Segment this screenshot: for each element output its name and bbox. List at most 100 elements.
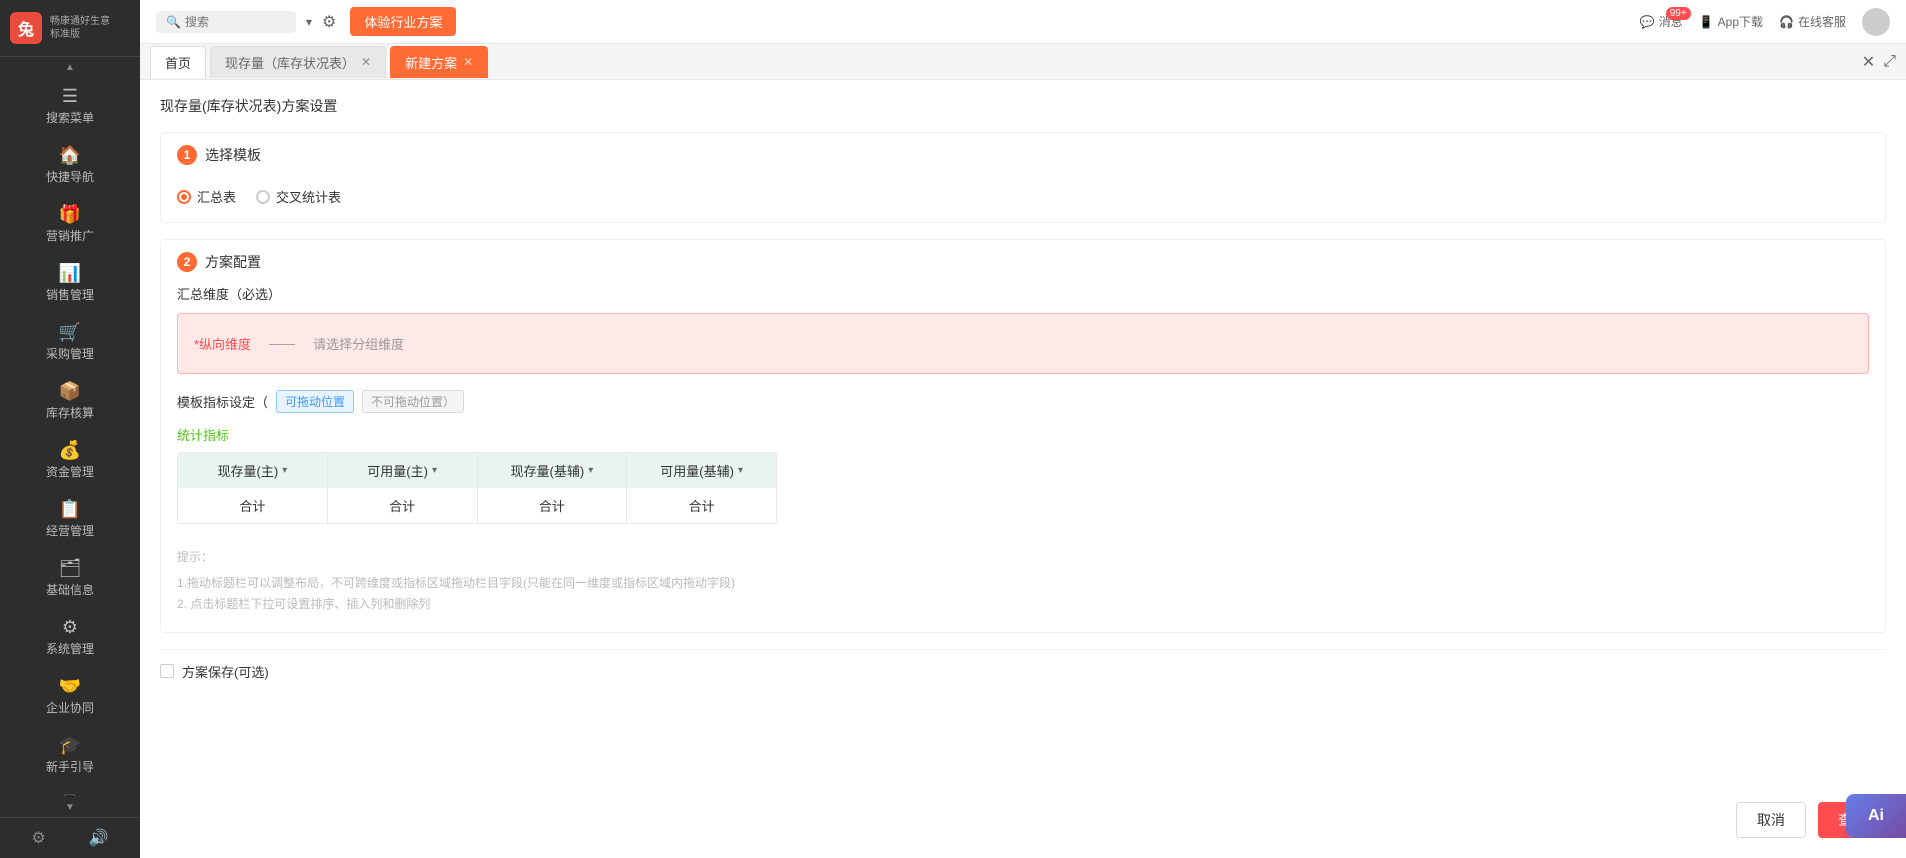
- dimension-placeholder: 请选择分组维度: [313, 334, 404, 353]
- non-draggable-badge: 不可拖动位置）: [362, 390, 464, 413]
- box-icon: 📦: [59, 382, 81, 400]
- tab-home-label: 首页: [165, 53, 191, 72]
- sidebar-item-purchase[interactable]: 🛒 采购管理: [0, 313, 140, 372]
- online-service-btn[interactable]: 🎧 在线客服: [1779, 13, 1846, 30]
- stats-cell-4: 合计: [627, 488, 776, 523]
- stats-col-2[interactable]: 可用量(主) ▾: [328, 453, 478, 488]
- step2-section: 2 方案配置 汇总维度（必选） *纵向维度 —— 请选择分组维度 模板指标设定（…: [160, 239, 1886, 633]
- tab-new-plan[interactable]: 新建方案 ✕: [390, 46, 488, 78]
- sidebar-item-label: 营销推广: [46, 227, 94, 244]
- tab-inventory-close-icon[interactable]: ✕: [361, 56, 371, 68]
- expand-btn[interactable]: ⤢: [1883, 52, 1896, 72]
- stats-table-body: 合计 合计 合计 合计: [178, 488, 776, 523]
- radio-cross-circle[interactable]: [256, 190, 270, 204]
- dimension-box[interactable]: *纵向维度 —— 请选择分组维度: [177, 313, 1869, 374]
- dimension-required-text: *纵向维度: [194, 334, 251, 353]
- close-panel-btn[interactable]: ✕: [1862, 52, 1875, 72]
- tabbar: 首页 现存量（库存状况表） ✕ 新建方案 ✕ ✕ ⤢: [140, 44, 1906, 80]
- col1-chevron-icon[interactable]: ▾: [282, 465, 287, 476]
- col4-chevron-icon[interactable]: ▾: [738, 465, 743, 476]
- radio-cross-label: 交叉统计表: [276, 187, 341, 206]
- tab-new-plan-close-icon[interactable]: ✕: [463, 56, 473, 68]
- sidebar-logo: 兔 畅康通好生意 标准版: [0, 0, 140, 57]
- try-industry-btn[interactable]: 体验行业方案: [350, 7, 456, 36]
- dropdown-arrow-icon: ▾: [306, 15, 312, 29]
- gear-icon: ⚙: [62, 618, 78, 636]
- headset-icon: 🎧: [1779, 15, 1794, 29]
- stats-table: 现存量(主) ▾ 可用量(主) ▾ 现存量(基辅) ▾ 可用量(基辅): [177, 452, 777, 524]
- save-checkbox[interactable]: [160, 664, 174, 678]
- step1-header: 1 选择模板: [161, 133, 1885, 177]
- sidebar-item-finance[interactable]: 💰 资金管理: [0, 431, 140, 490]
- tabbar-actions: ✕ ⤢: [1862, 52, 1896, 72]
- col3-chevron-icon[interactable]: ▾: [588, 465, 593, 476]
- topbar-gear-icon[interactable]: ⚙: [322, 12, 336, 32]
- radio-cross[interactable]: 交叉统计表: [256, 187, 341, 206]
- stats-col-2-label: 可用量(主): [367, 461, 428, 480]
- sidebar-scroll-down[interactable]: ▼: [0, 797, 140, 817]
- sidebar-item-operation[interactable]: 📋 经营管理: [0, 490, 140, 549]
- stats-col-4[interactable]: 可用量(基辅) ▾: [627, 453, 776, 488]
- speaker-bottom-btn[interactable]: 🔊: [89, 828, 109, 848]
- message-badge: 99+: [1666, 7, 1691, 20]
- stats-col-4-label: 可用量(基辅): [660, 461, 734, 480]
- sidebar-item-label: 库存核算: [46, 404, 94, 421]
- sidebar-scroll-up[interactable]: ▲: [0, 57, 140, 77]
- sidebar-item-system[interactable]: ⚙ 系统管理: [0, 608, 140, 667]
- sidebar-item-label: 新手引导: [46, 758, 94, 775]
- sidebar-item-sales[interactable]: 📊 销售管理: [0, 254, 140, 313]
- user-avatar[interactable]: [1862, 8, 1890, 36]
- sidebar: 兔 畅康通好生意 标准版 ▲ ☰ 搜索菜单 🏠 快捷导航 🎁 营销推广 📊 销售…: [0, 0, 140, 858]
- settings-bottom-btn[interactable]: ⚙: [31, 828, 45, 848]
- logo-sub-text: 标准版: [50, 28, 110, 41]
- message-btn[interactable]: 💬 消息 99+: [1640, 13, 1683, 30]
- newbie-icon: 🎓: [59, 736, 81, 754]
- cancel-button[interactable]: 取消: [1736, 802, 1806, 838]
- tab-inventory-status[interactable]: 现存量（库存状况表） ✕: [210, 46, 386, 78]
- sidebar-item-search[interactable]: ☰ 搜索菜单: [0, 77, 140, 136]
- step2-title: 方案配置: [205, 252, 261, 272]
- dropdown-trigger[interactable]: ▾: [306, 15, 312, 29]
- sidebar-item-inventory[interactable]: 📦 库存核算: [0, 372, 140, 431]
- search-box[interactable]: 🔍: [156, 11, 296, 33]
- handshake-icon: 🤝: [59, 677, 81, 695]
- step2-number: 2: [177, 252, 197, 272]
- tips-section: 提示： 1.拖动标题栏可以调整布局，不可跨维度或指标区域拖动栏目字段(只能在同一…: [177, 547, 1869, 616]
- tips-title: 提示：: [177, 547, 1869, 569]
- step1-number: 1: [177, 145, 197, 165]
- logo-main-text: 畅康通好生意: [50, 15, 110, 28]
- sidebar-item-apps[interactable]: 📱 应用中心: [0, 785, 140, 797]
- tab-home[interactable]: 首页: [150, 46, 206, 78]
- sidebar-item-corp[interactable]: 🤝 企业协同: [0, 667, 140, 726]
- search-input[interactable]: [185, 15, 285, 29]
- stats-cell-3: 合计: [478, 488, 628, 523]
- col2-chevron-icon[interactable]: ▾: [432, 465, 437, 476]
- app-download-btn[interactable]: 📱 App下载: [1699, 13, 1763, 30]
- template-radio-group: 汇总表 交叉统计表: [161, 177, 1885, 222]
- topbar: 🔍 ▾ ⚙ 体验行业方案 💬 消息 99+ 📱 App下载 🎧 在线客服: [140, 0, 1906, 44]
- stats-col-3[interactable]: 现存量(基辅) ▾: [478, 453, 628, 488]
- stats-cell-2: 合计: [328, 488, 478, 523]
- sidebar-item-shortcut[interactable]: 🏠 快捷导航: [0, 136, 140, 195]
- topbar-right: 💬 消息 99+ 📱 App下载 🎧 在线客服: [1640, 8, 1890, 36]
- step1-title: 选择模板: [205, 145, 261, 165]
- content-area: 现存量(库存状况表)方案设置 1 选择模板 汇总表 交叉统计表 2: [140, 80, 1906, 858]
- stats-col-3-label: 现存量(基辅): [511, 461, 585, 480]
- gift-icon: 🎁: [59, 205, 81, 223]
- phone-icon: 📱: [1699, 15, 1714, 29]
- radio-summary[interactable]: 汇总表: [177, 187, 236, 206]
- sidebar-item-label: 企业协同: [46, 699, 94, 716]
- sidebar-item-basic[interactable]: 🗂 基础信息: [0, 549, 140, 608]
- ai-assistant-btn[interactable]: Ai: [1846, 794, 1906, 838]
- sidebar-item-label: 资金管理: [46, 463, 94, 480]
- page-title: 现存量(库存状况表)方案设置: [160, 96, 1886, 116]
- sidebar-nav: ☰ 搜索菜单 🏠 快捷导航 🎁 营销推广 📊 销售管理 🛒 采购管理 📦 库存核…: [0, 77, 140, 797]
- home-icon: 🏠: [59, 146, 81, 164]
- radio-summary-circle[interactable]: [177, 190, 191, 204]
- sidebar-item-marketing[interactable]: 🎁 营销推广: [0, 195, 140, 254]
- stats-col-1[interactable]: 现存量(主) ▾: [178, 453, 328, 488]
- sidebar-item-newbie[interactable]: 🎓 新手引导: [0, 726, 140, 785]
- folder-icon: 🗂: [59, 559, 82, 577]
- search-icon: 🔍: [166, 15, 181, 29]
- tip-1: 1.拖动标题栏可以调整布局，不可跨维度或指标区域拖动栏目字段(只能在同一维度或指…: [177, 573, 1869, 595]
